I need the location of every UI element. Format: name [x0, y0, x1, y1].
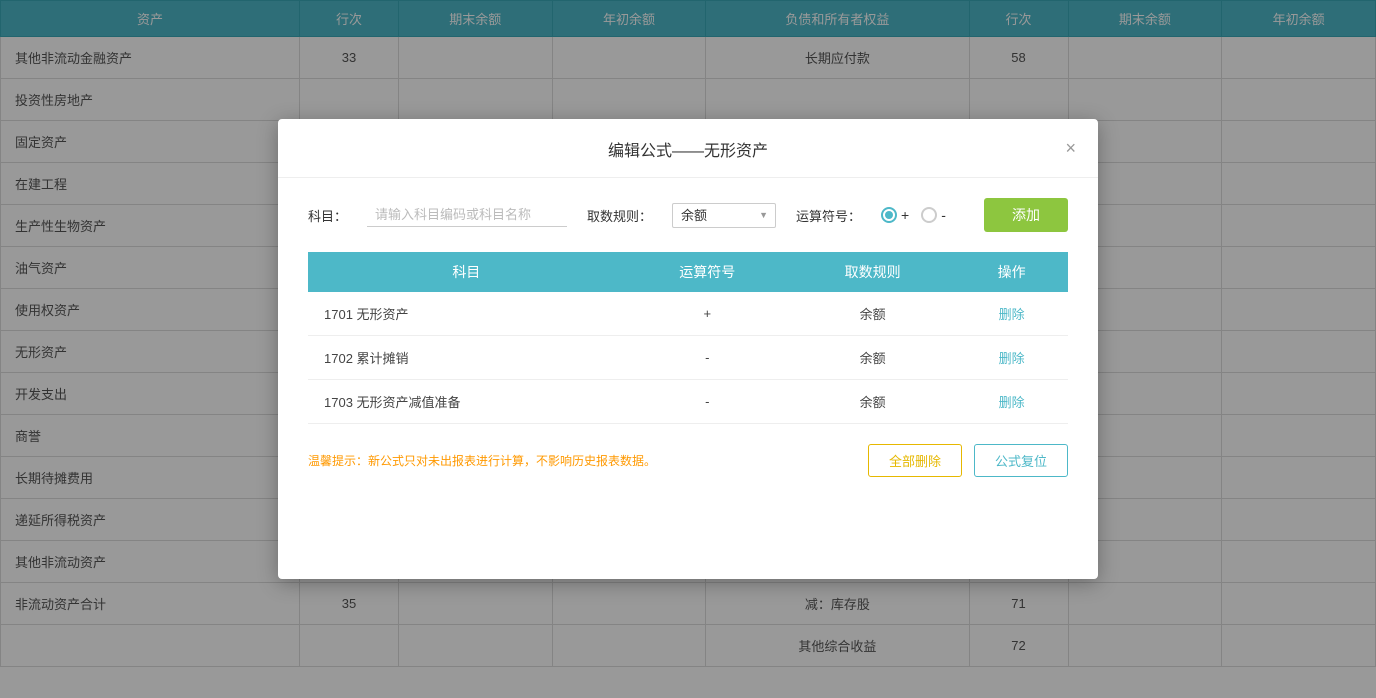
col-subject: 科目 — [308, 252, 625, 292]
formula-rule-1: 余额 — [790, 336, 955, 380]
operator-minus-radio[interactable] — [921, 207, 937, 223]
formula-action-0: 删除 — [955, 292, 1068, 336]
footer-buttons: 全部删除 公式复位 — [868, 444, 1068, 477]
modal-title: 编辑公式——无形资产 — [608, 137, 768, 161]
formula-subject-2: 1703 无形资产减值准备 — [308, 380, 625, 424]
rule-label: 取数规则： — [587, 206, 652, 225]
operator-plus-label: + — [901, 207, 909, 223]
edit-formula-modal: 编辑公式——无形资产 × 科目： 取数规则： 余额 借方发生额 贷方发生额 运算… — [278, 119, 1098, 579]
col-operator: 运算符号 — [625, 252, 790, 292]
formula-row: 1702 累计摊销 - 余额 删除 — [308, 336, 1068, 380]
modal-overlay: 编辑公式——无形资产 × 科目： 取数规则： 余额 借方发生额 贷方发生额 运算… — [0, 0, 1376, 698]
subject-input[interactable] — [367, 203, 567, 227]
formula-table-header-row: 科目 运算符号 取数规则 操作 — [308, 252, 1068, 292]
delete-row-button-1[interactable]: 删除 — [999, 348, 1025, 367]
reset-formula-button[interactable]: 公式复位 — [974, 444, 1068, 477]
formula-rule-0: 余额 — [790, 292, 955, 336]
subject-label: 科目： — [308, 206, 347, 225]
add-formula-button[interactable]: 添加 — [984, 198, 1068, 232]
modal-header: 编辑公式——无形资产 × — [278, 119, 1098, 178]
formula-rule-2: 余额 — [790, 380, 955, 424]
formula-operator-2: - — [625, 380, 790, 424]
formula-table: 科目 运算符号 取数规则 操作 1701 无形资产 + 余额 删除 1702 累… — [308, 252, 1068, 424]
delete-row-button-0[interactable]: 删除 — [999, 304, 1025, 323]
formula-action-2: 删除 — [955, 380, 1068, 424]
modal-close-button[interactable]: × — [1059, 137, 1082, 159]
operator-minus-label: - — [941, 207, 946, 223]
formula-operator-0: + — [625, 292, 790, 336]
formula-action-1: 删除 — [955, 336, 1068, 380]
formula-subject-1: 1702 累计摊销 — [308, 336, 625, 380]
operator-plus-radio[interactable] — [881, 207, 897, 223]
formula-subject-0: 1701 无形资产 — [308, 292, 625, 336]
delete-row-button-2[interactable]: 删除 — [999, 392, 1025, 411]
operator-label: 运算符号： — [796, 206, 861, 225]
operator-radio-group: + - — [881, 207, 946, 223]
operator-plus-option[interactable]: + — [881, 207, 909, 223]
modal-footer: 温馨提示：新公式只对未出报表进行计算，不影响历史报表数据。 全部删除 公式复位 — [278, 424, 1098, 487]
footer-tip: 温馨提示：新公式只对未出报表进行计算，不影响历史报表数据。 — [308, 452, 656, 469]
delete-all-button[interactable]: 全部删除 — [868, 444, 962, 477]
formula-form-row: 科目： 取数规则： 余额 借方发生额 贷方发生额 运算符号： + - — [278, 178, 1098, 252]
operator-minus-option[interactable]: - — [921, 207, 946, 223]
formula-table-wrapper: 科目 运算符号 取数规则 操作 1701 无形资产 + 余额 删除 1702 累… — [308, 252, 1068, 424]
col-action: 操作 — [955, 252, 1068, 292]
rule-select-wrapper[interactable]: 余额 借方发生额 贷方发生额 — [672, 203, 776, 228]
rule-select[interactable]: 余额 借方发生额 贷方发生额 — [672, 203, 776, 228]
formula-row: 1701 无形资产 + 余额 删除 — [308, 292, 1068, 336]
formula-row: 1703 无形资产减值准备 - 余额 删除 — [308, 380, 1068, 424]
col-rule: 取数规则 — [790, 252, 955, 292]
formula-operator-1: - — [625, 336, 790, 380]
